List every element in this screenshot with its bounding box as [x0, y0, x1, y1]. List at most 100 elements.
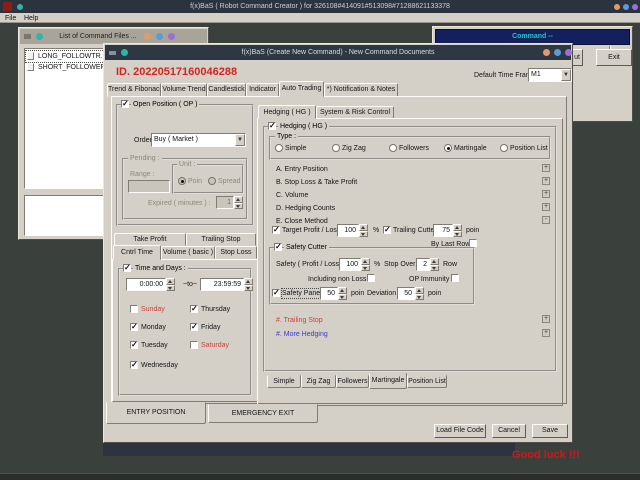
type-position-list-radio[interactable] — [500, 144, 508, 152]
time-days-checkbox[interactable] — [123, 263, 131, 272]
section-trailing-stop[interactable]: #. Trailing Stop — [276, 316, 323, 325]
section-trailing-stop-toggle[interactable]: + — [542, 315, 550, 323]
order-dropdown-icon[interactable]: ▼ — [235, 134, 245, 146]
section-hedging-counts-toggle[interactable]: + — [542, 203, 550, 211]
files-close-button[interactable] — [168, 33, 175, 40]
safety-panel-checkbox[interactable] — [272, 288, 280, 297]
dialog-close-button[interactable] — [565, 49, 572, 56]
tab-trailing-stop-left[interactable]: Trailing Stop — [186, 233, 256, 246]
safety-panel-label: Safety Panel — [281, 288, 323, 299]
deviation-field[interactable]: 50 — [397, 287, 415, 300]
time-frame-dropdown-icon[interactable]: ▼ — [561, 69, 571, 81]
btab-position-list[interactable]: Position List — [407, 375, 447, 388]
hedging-checkbox[interactable] — [268, 121, 276, 130]
app-maximize-button[interactable] — [623, 4, 629, 10]
op-immunity-checkbox[interactable] — [451, 274, 459, 282]
section-stoploss-toggle[interactable]: + — [542, 177, 550, 185]
tuesday-checkbox[interactable] — [130, 340, 138, 349]
including-non-loss-checkbox[interactable] — [367, 274, 375, 282]
type-simple-radio[interactable] — [275, 144, 283, 152]
btab-followers[interactable]: Followers — [336, 375, 369, 388]
section-volume-toggle[interactable]: + — [542, 190, 550, 198]
tab-auto-trading[interactable]: Auto Trading — [279, 81, 324, 97]
tab-trend-fibonacci[interactable]: Trend & Fibonacci — [107, 83, 161, 97]
trailing-cutter-checkbox[interactable] — [383, 225, 391, 234]
target-profit-checkbox[interactable] — [272, 225, 280, 234]
safety-cutter-checkbox[interactable] — [274, 242, 282, 251]
tab-emergency-exit[interactable]: EMERGENCY EXIT — [208, 404, 318, 423]
dialog-minimize-button[interactable] — [543, 49, 550, 56]
btab-zigzag[interactable]: Zig Zag — [301, 375, 336, 388]
dialog-titlebar[interactable]: f(x)BaS (Create New Command) - New Comma… — [105, 45, 572, 60]
btab-simple[interactable]: Simple — [267, 375, 301, 388]
type-followers-radio[interactable] — [389, 144, 397, 152]
tab-indicator[interactable]: Indicator — [246, 83, 279, 97]
type-martingale-radio[interactable] — [444, 144, 452, 152]
menu-file[interactable]: File — [5, 14, 16, 23]
files-maximize-button[interactable] — [156, 33, 163, 40]
order-combobox[interactable]: Buy ( Market ) ▼ — [151, 133, 246, 147]
section-more-hedging-toggle[interactable]: + — [542, 329, 550, 337]
expired-field[interactable]: 1 — [216, 196, 234, 209]
wednesday-checkbox[interactable] — [130, 360, 138, 369]
time-to-spinner[interactable] — [244, 278, 253, 291]
files-minimize-button[interactable] — [144, 33, 151, 40]
section-stoploss-takeprofit[interactable]: B. Stop Loss & Take Profit — [276, 178, 357, 187]
section-entry-toggle[interactable]: + — [542, 164, 550, 172]
type-zigzag-radio[interactable] — [332, 144, 340, 152]
tab-volume-basic[interactable]: Volume ( basic ) — [161, 246, 215, 259]
app-minimize-button[interactable] — [614, 4, 620, 10]
friday-checkbox[interactable] — [190, 322, 198, 331]
tab-notification-notes[interactable]: *) Notification & Notes — [324, 83, 398, 97]
time-from-spinner[interactable] — [166, 278, 175, 291]
section-more-hedging[interactable]: #. More Hedging — [276, 330, 328, 339]
tab-candlestick[interactable]: Candlestick — [207, 83, 246, 97]
spread-radio[interactable] — [208, 177, 216, 185]
tab-stop-loss[interactable]: Stop Loss — [215, 246, 257, 259]
safety-panel-field[interactable]: 50 — [320, 287, 338, 300]
section-close-method-toggle[interactable]: - — [542, 216, 550, 224]
time-to-field[interactable]: 23:59:59 — [200, 278, 244, 291]
monday-checkbox[interactable] — [130, 322, 138, 331]
exit-button[interactable]: Exit — [596, 49, 632, 66]
dialog-maximize-button[interactable] — [554, 49, 561, 56]
tab-entry-position[interactable]: ENTRY POSITION — [106, 402, 206, 424]
time-from-field[interactable]: 0:00:00 — [126, 278, 166, 291]
tab-hedging[interactable]: Hedging ( HG ) — [258, 105, 316, 119]
tab-cntrl-time[interactable]: Cntrl Time — [113, 245, 161, 260]
load-file-code-button[interactable]: Load File Code — [434, 424, 486, 438]
cancel-button[interactable]: Cancel — [492, 424, 526, 438]
trailing-cutter-field[interactable]: 75 — [433, 224, 453, 237]
section-entry-position[interactable]: A. Entry Position — [276, 165, 328, 174]
app-close-button[interactable] — [632, 4, 638, 10]
files-titlebar[interactable]: List of Command Files ... — [20, 29, 207, 44]
app-titlebar[interactable]: f(x)BaS ( Robot Command Creator ) for 32… — [0, 0, 640, 13]
target-profit-spinner[interactable] — [359, 224, 368, 237]
type-martingale-label: Martingale — [454, 145, 487, 152]
deviation-spinner[interactable] — [415, 287, 424, 300]
by-last-row-checkbox[interactable] — [469, 239, 477, 247]
expired-spinner[interactable] — [234, 196, 243, 209]
range-field[interactable] — [128, 180, 170, 193]
safety-panel-spinner[interactable] — [338, 287, 347, 300]
btab-martingale[interactable]: Martingale — [369, 373, 407, 389]
section-close-method[interactable]: E. Close Method — [276, 217, 328, 226]
section-volume[interactable]: C. Volume — [276, 191, 308, 200]
safety-profit-field[interactable]: 100 — [339, 258, 361, 271]
time-frame-combobox[interactable]: M1 ▼ — [528, 68, 572, 82]
poin-radio[interactable] — [178, 177, 186, 185]
section-hedging-counts[interactable]: D. Hedging Counts — [276, 204, 335, 213]
stop-over-field[interactable]: 2 — [416, 258, 430, 271]
saturday-checkbox[interactable] — [190, 341, 198, 349]
tab-volume-trend[interactable]: Volume Trend — [161, 83, 207, 97]
save-button[interactable]: Save — [532, 424, 568, 438]
sunday-checkbox[interactable] — [130, 305, 138, 313]
trailing-cutter-spinner[interactable] — [453, 224, 462, 237]
target-profit-field[interactable]: 100 — [337, 224, 359, 237]
open-position-checkbox[interactable] — [121, 99, 129, 108]
stop-over-spinner[interactable] — [430, 258, 439, 271]
menu-help[interactable]: Help — [24, 14, 38, 23]
thursday-checkbox[interactable] — [190, 304, 198, 313]
safety-profit-spinner[interactable] — [361, 258, 370, 271]
tab-label: *) Notification & Notes — [326, 86, 396, 93]
